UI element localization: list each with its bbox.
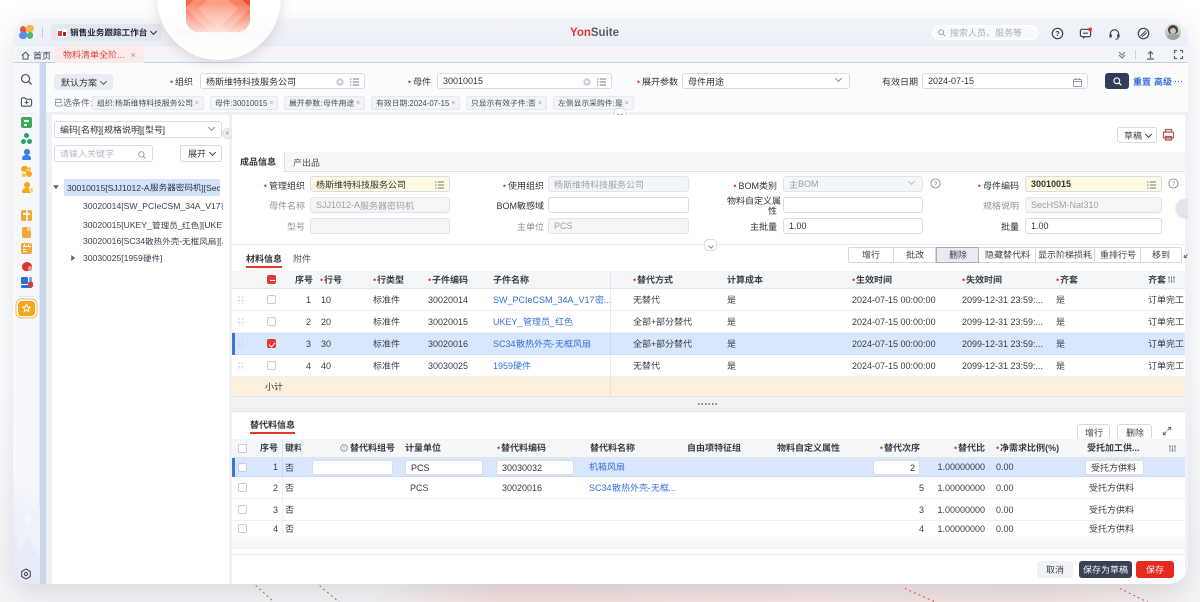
svg-text:?: ? [1172, 181, 1176, 188]
svg-text:?: ? [934, 181, 938, 188]
svg-text:?: ? [1055, 29, 1060, 38]
